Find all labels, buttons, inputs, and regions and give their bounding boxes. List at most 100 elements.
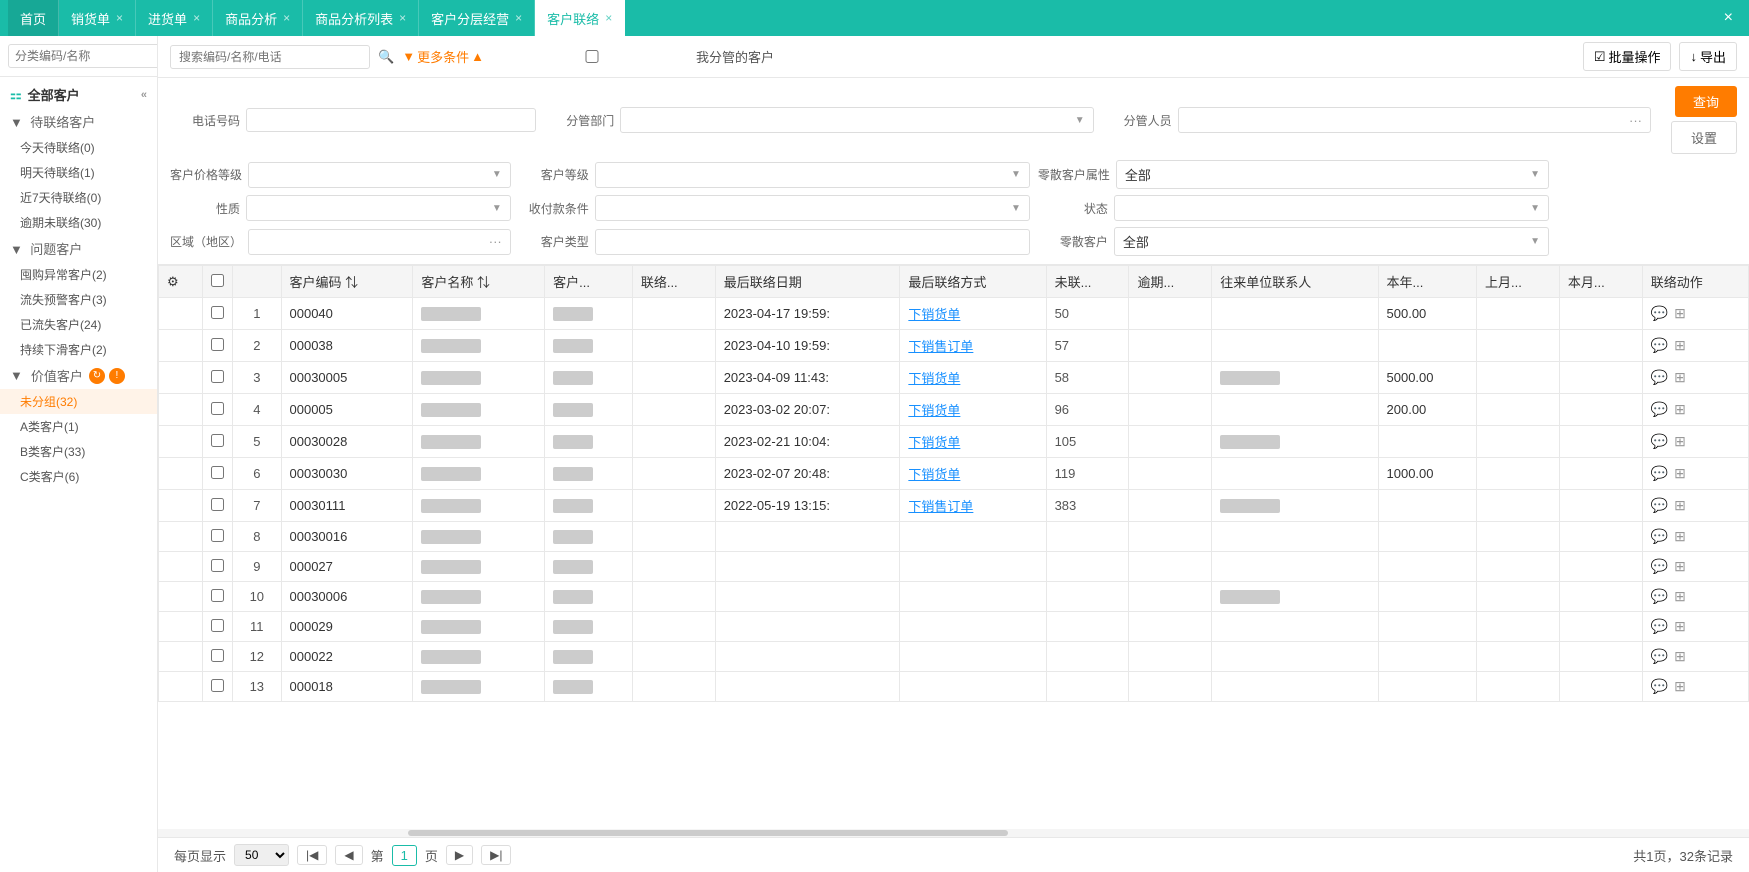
contact-method-link[interactable]: 下销货单 [908, 307, 960, 322]
sidebar-item-hoarding-abnormal[interactable]: 囤购异常客户(2) [0, 262, 157, 287]
grid-action-icon[interactable]: ⊞ [1674, 528, 1686, 545]
sidebar-item-declining[interactable]: 持续下滑客户(2) [0, 337, 157, 362]
grid-action-icon[interactable]: ⊞ [1674, 337, 1686, 354]
grid-action-icon[interactable]: ⊞ [1674, 588, 1686, 605]
customer-type-select[interactable] [595, 229, 1030, 255]
close-customer-segment-icon[interactable]: × [515, 11, 522, 25]
close-product-analysis-icon[interactable]: × [283, 11, 290, 25]
refresh-icon[interactable]: ↻ [89, 368, 105, 384]
manager-select[interactable]: ··· [1178, 107, 1651, 133]
sidebar-group-problem[interactable]: ▼ 问题客户 [0, 235, 157, 262]
scrollbar-thumb[interactable] [408, 830, 1008, 836]
chat-icon[interactable]: 💬 [1651, 465, 1668, 482]
filter-search-icon[interactable]: 🔍 [378, 49, 394, 65]
sidebar-collapse-icon[interactable]: « [141, 89, 147, 101]
payment-select[interactable]: ▼ [595, 195, 1030, 221]
chat-icon[interactable]: 💬 [1651, 678, 1668, 695]
sidebar-item-today[interactable]: 今天待联络(0) [0, 135, 157, 160]
sidebar-item-class-a[interactable]: A类客户(1) [0, 414, 157, 439]
contact-method-link[interactable]: 下销货单 [908, 467, 960, 482]
my-customers-checkbox[interactable] [492, 50, 692, 63]
next-page-button[interactable]: ▶ [446, 845, 473, 865]
row-checkbox[interactable] [211, 466, 224, 479]
th-this-year[interactable]: 本年... [1378, 266, 1476, 298]
chat-icon[interactable]: 💬 [1651, 497, 1668, 514]
reset-button[interactable]: 设置 [1671, 121, 1737, 154]
row-checkbox[interactable] [211, 529, 224, 542]
row-checkbox[interactable] [211, 649, 224, 662]
row-checkbox[interactable] [211, 559, 224, 572]
th-contact[interactable]: 联络... [632, 266, 715, 298]
sidebar-item-overdue[interactable]: 逾期未联络(30) [0, 210, 157, 235]
prev-page-button[interactable]: ◀ [335, 845, 362, 865]
th-last-contact-date[interactable]: 最后联络日期 [715, 266, 900, 298]
close-sales-icon[interactable]: × [116, 11, 123, 25]
close-customer-contact-icon[interactable]: × [605, 11, 612, 25]
contact-method-link[interactable]: 下销售订单 [908, 339, 973, 354]
th-company-contact[interactable]: 往来单位联系人 [1212, 266, 1378, 298]
grid-action-icon[interactable]: ⊞ [1674, 497, 1686, 514]
query-button[interactable]: 查询 [1675, 86, 1737, 117]
row-checkbox[interactable] [211, 338, 224, 351]
tab-purchase[interactable]: 进货单 × [136, 0, 213, 36]
close-all-tabs-button[interactable]: × [1716, 9, 1741, 27]
category-search-input[interactable] [8, 44, 158, 68]
customer-level-select[interactable]: ▼ [595, 162, 1030, 188]
chat-icon[interactable]: 💬 [1651, 369, 1668, 386]
grid-action-icon[interactable]: ⊞ [1674, 648, 1686, 665]
sidebar-group-value[interactable]: ▼ 价值客户 ↻ ! [0, 362, 157, 389]
retail-customer-select[interactable]: 全部 ▼ [1114, 227, 1549, 256]
export-button[interactable]: ↓ 导出 [1679, 42, 1737, 71]
first-page-button[interactable]: |◀ [297, 845, 327, 865]
th-overdue[interactable]: 逾期... [1129, 266, 1212, 298]
sidebar-item-7days[interactable]: 近7天待联络(0) [0, 185, 157, 210]
tab-product-analysis[interactable]: 商品分析 × [213, 0, 303, 36]
row-checkbox[interactable] [211, 589, 224, 602]
phone-input[interactable] [246, 108, 536, 132]
dept-select[interactable]: ▼ [620, 107, 1093, 133]
th-uncontacted[interactable]: 未联... [1046, 266, 1129, 298]
more-conditions-button[interactable]: ▼ 更多条件 ▲ [402, 47, 484, 66]
th-settings[interactable]: ⚙ [159, 266, 203, 298]
grid-action-icon[interactable]: ⊞ [1674, 558, 1686, 575]
row-checkbox[interactable] [211, 619, 224, 632]
chat-icon[interactable]: 💬 [1651, 433, 1668, 450]
tab-home[interactable]: 首页 [8, 0, 59, 36]
chat-icon[interactable]: 💬 [1651, 588, 1668, 605]
th-code[interactable]: 客户编码 ⇅ [281, 266, 413, 298]
search-input[interactable] [170, 45, 370, 69]
my-customers-checkbox-label[interactable]: 我分管的客户 [492, 47, 774, 66]
th-last-contact-method[interactable]: 最后联络方式 [900, 266, 1046, 298]
row-checkbox[interactable] [211, 679, 224, 692]
row-checkbox[interactable] [211, 306, 224, 319]
grid-action-icon[interactable]: ⊞ [1674, 369, 1686, 386]
chat-icon[interactable]: 💬 [1651, 337, 1668, 354]
grid-action-icon[interactable]: ⊞ [1674, 618, 1686, 635]
grid-action-icon[interactable]: ⊞ [1674, 401, 1686, 418]
th-type[interactable]: 客户... [545, 266, 633, 298]
grid-action-icon[interactable]: ⊞ [1674, 465, 1686, 482]
grid-action-icon[interactable]: ⊞ [1674, 678, 1686, 695]
chat-icon[interactable]: 💬 [1651, 618, 1668, 635]
sidebar-item-ungrouped[interactable]: 未分组(32) [0, 389, 157, 414]
th-last-month[interactable]: 上月... [1477, 266, 1560, 298]
chat-icon[interactable]: 💬 [1651, 305, 1668, 322]
batch-operations-button[interactable]: ☑ 批量操作 [1583, 42, 1672, 71]
sidebar-item-class-c[interactable]: C类客户(6) [0, 464, 157, 489]
row-checkbox[interactable] [211, 434, 224, 447]
close-product-list-icon[interactable]: × [399, 11, 406, 25]
tab-product-list[interactable]: 商品分析列表 × [303, 0, 419, 36]
sidebar-item-churn-warning[interactable]: 流失预警客户(3) [0, 287, 157, 312]
chat-icon[interactable]: 💬 [1651, 401, 1668, 418]
all-customers-header[interactable]: ⚏ 全部客户 « [0, 77, 157, 108]
th-name[interactable]: 客户名称 ⇅ [413, 266, 545, 298]
tab-customer-contact[interactable]: 客户联络 × [535, 0, 625, 36]
row-checkbox[interactable] [211, 498, 224, 511]
grid-action-icon[interactable]: ⊞ [1674, 433, 1686, 450]
grid-action-icon[interactable]: ⊞ [1674, 305, 1686, 322]
gender-select[interactable]: ▼ [246, 195, 511, 221]
contact-method-link[interactable]: 下销售订单 [908, 499, 973, 514]
status-select[interactable]: ▼ [1114, 195, 1549, 221]
chat-icon[interactable]: 💬 [1651, 528, 1668, 545]
contact-method-link[interactable]: 下销货单 [908, 403, 960, 418]
